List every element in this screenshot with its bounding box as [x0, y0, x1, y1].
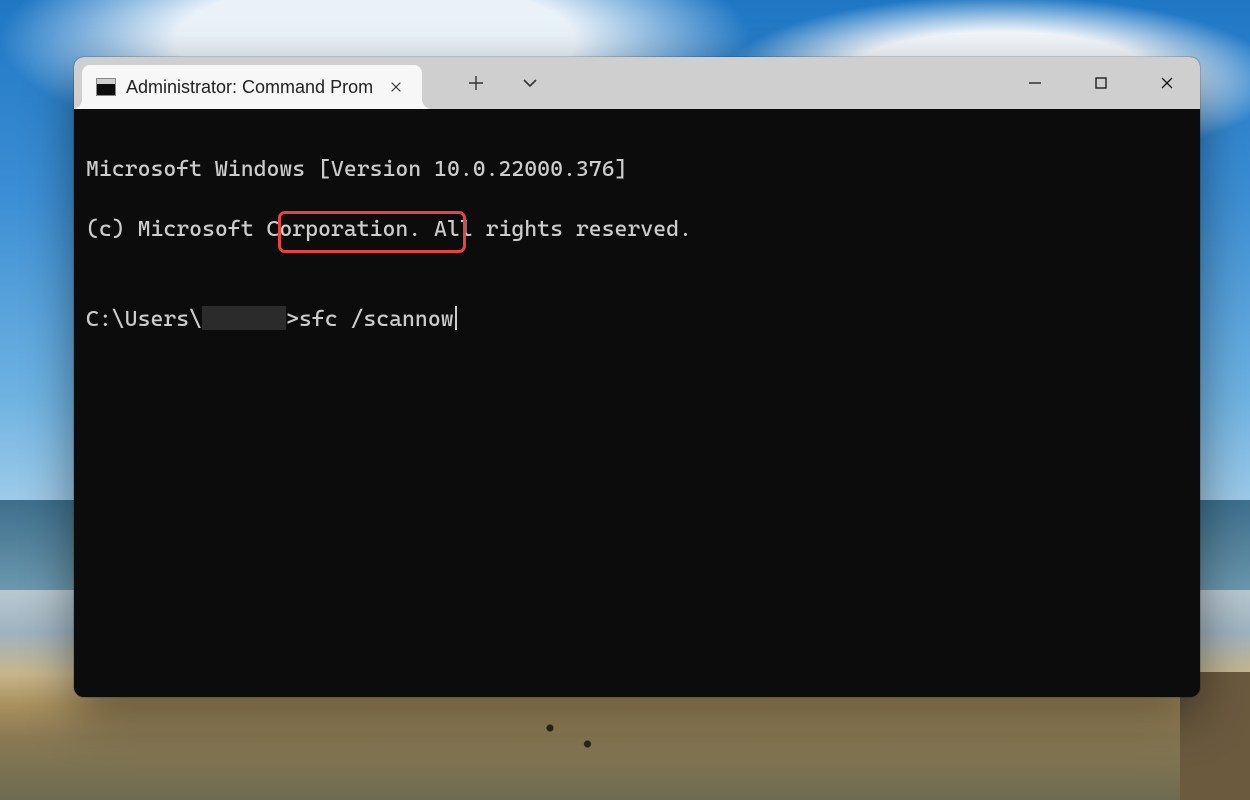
window-controls	[1002, 57, 1200, 109]
close-window-button[interactable]	[1134, 57, 1200, 109]
minimize-icon	[1027, 75, 1043, 91]
tab-command-prompt[interactable]: Administrator: Command Promp	[82, 65, 422, 109]
terminal-window: Administrator: Command Promp	[74, 57, 1200, 697]
terminal-line: Microsoft Windows [Version 10.0.22000.37…	[86, 155, 1190, 185]
tabstrip-controls	[462, 57, 544, 109]
redacted-username	[202, 306, 286, 330]
terminal-prompt-line: C:\Users\ >sfc /scannow	[86, 305, 1190, 335]
command-prompt-icon	[96, 78, 116, 96]
terminal-line: (c) Microsoft Corporation. All rights re…	[86, 215, 1190, 245]
tab-title: Administrator: Command Promp	[126, 77, 372, 98]
maximize-button[interactable]	[1068, 57, 1134, 109]
terminal-body[interactable]: Microsoft Windows [Version 10.0.22000.37…	[74, 109, 1200, 697]
typed-command: sfc /scannow	[299, 307, 454, 332]
tab-close-button[interactable]	[382, 73, 410, 101]
text-cursor	[455, 306, 457, 330]
maximize-icon	[1093, 75, 1109, 91]
tab-dropdown-button[interactable]	[516, 69, 544, 97]
plus-icon	[467, 74, 485, 92]
desktop-wallpaper: Administrator: Command Promp	[0, 0, 1250, 800]
close-icon	[1159, 75, 1175, 91]
new-tab-button[interactable]	[462, 69, 490, 97]
chevron-down-icon	[521, 74, 539, 92]
close-icon	[389, 80, 403, 94]
minimize-button[interactable]	[1002, 57, 1068, 109]
prompt-prefix: C:\Users\	[86, 307, 202, 332]
titlebar[interactable]: Administrator: Command Promp	[74, 57, 1200, 109]
prompt-suffix: >	[286, 307, 299, 332]
